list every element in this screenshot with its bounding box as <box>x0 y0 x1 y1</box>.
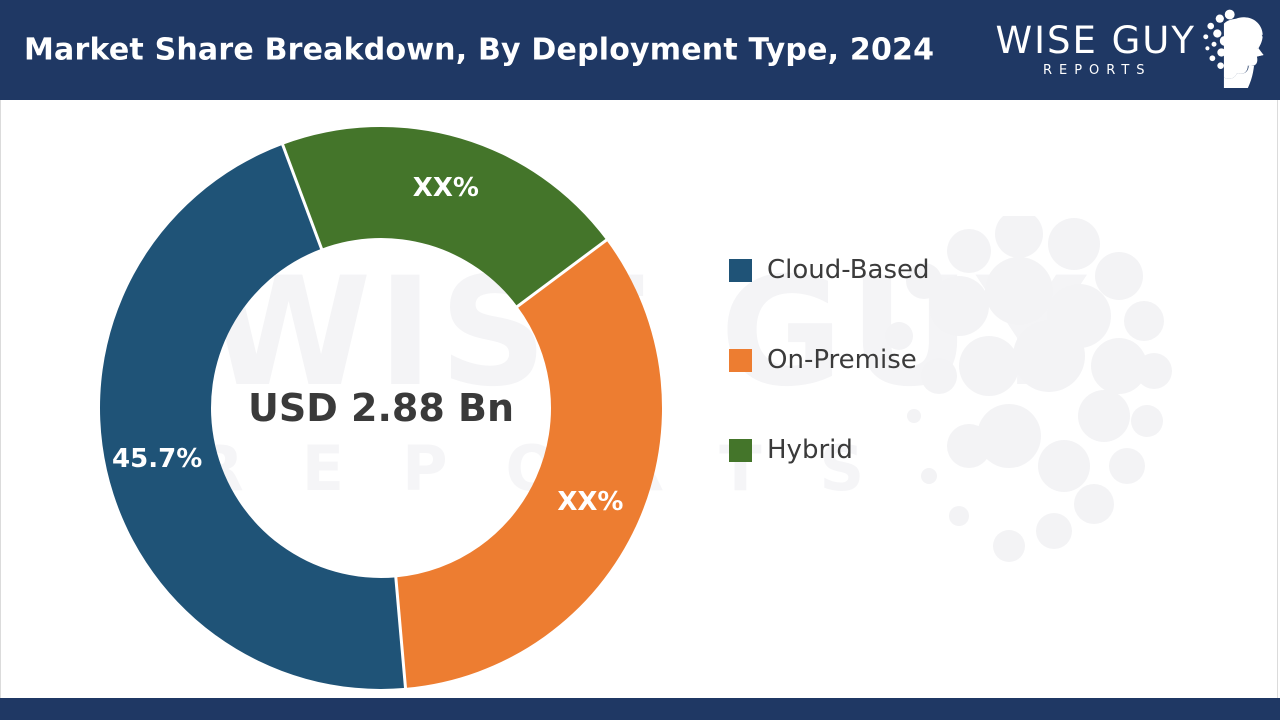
chart-legend: Cloud-Based On-Premise Hybrid <box>729 256 930 526</box>
legend-label: Hybrid <box>767 435 853 465</box>
chart-canvas: WISE GUY REPORTS 45.7%XX%XX% USD 2.88 Bn… <box>0 100 1278 698</box>
legend-item-hybrid: Hybrid <box>729 436 930 464</box>
slice-label-on-premise: XX% <box>557 486 624 517</box>
donut-center-value: USD 2.88 Bn <box>248 386 514 430</box>
legend-label: Cloud-Based <box>767 255 930 285</box>
footer-bar <box>0 698 1280 720</box>
logo-text: WISE GUY REPORTS <box>996 22 1196 78</box>
legend-label: On-Premise <box>767 345 917 375</box>
logo-wordmark: WISE GUY <box>995 19 1196 62</box>
logo-face-icon <box>1203 9 1264 88</box>
logo-subtitle: REPORTS <box>1042 63 1152 78</box>
header-bar: Market Share Breakdown, By Deployment Ty… <box>0 0 1280 100</box>
donut-slice-on-premise <box>395 240 662 688</box>
legend-item-cloud-based: Cloud-Based <box>729 256 930 284</box>
legend-swatch-cloud-based <box>729 258 752 282</box>
wiseguy-logo: WISE GUY REPORTS <box>996 8 1266 92</box>
slice-label-cloud-based: 45.7% <box>112 443 203 474</box>
page-title: Market Share Breakdown, By Deployment Ty… <box>24 32 935 68</box>
legend-swatch-hybrid <box>729 438 752 462</box>
slice-label-hybrid: XX% <box>412 172 479 203</box>
legend-swatch-on-premise <box>729 348 752 372</box>
legend-item-on-premise: On-Premise <box>729 346 930 374</box>
